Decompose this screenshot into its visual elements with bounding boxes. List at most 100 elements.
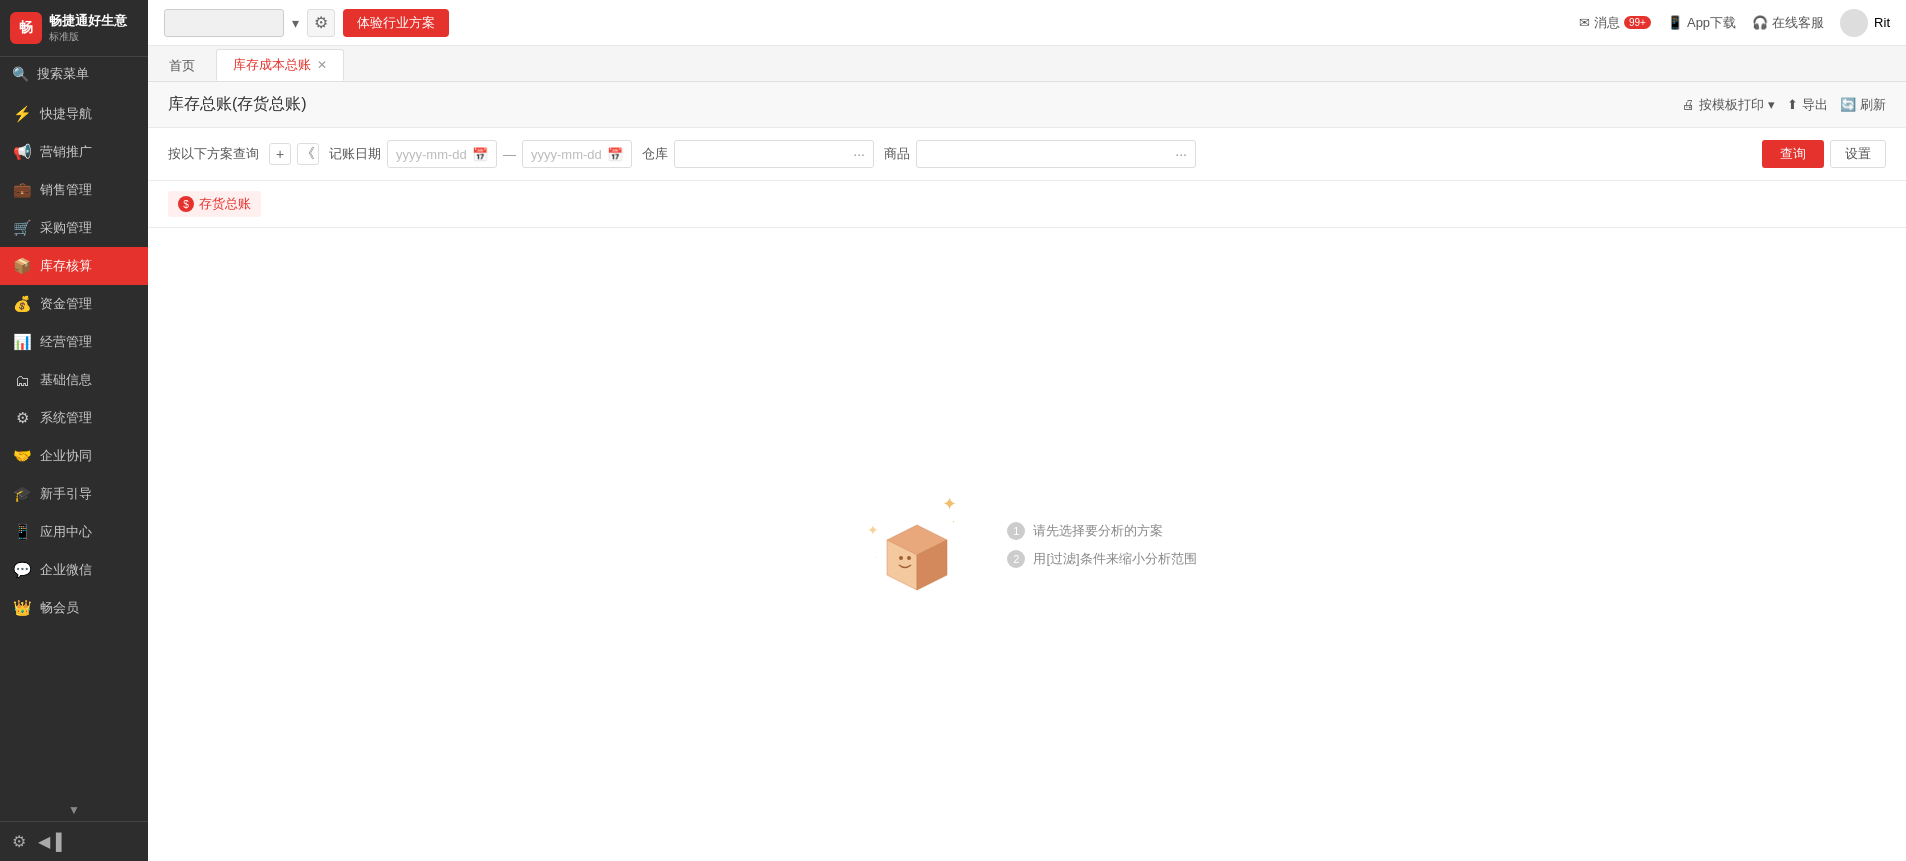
avatar bbox=[1840, 9, 1868, 37]
product-more-icon: ··· bbox=[1175, 146, 1187, 162]
filter-add-button[interactable]: + bbox=[269, 143, 291, 165]
sidebar-item-inventory[interactable]: 📦 库存核算 bbox=[0, 247, 148, 285]
industry-solution-button[interactable]: 体验行业方案 bbox=[343, 9, 449, 37]
date-end-placeholder: yyyy-mm-dd bbox=[531, 147, 602, 162]
sidebar: 畅 畅捷通好生意 标准版 🔍 搜索菜单 ⚡ 快捷导航 📢 营销推广 💼 销售管理… bbox=[0, 0, 148, 861]
sidebar-nav: ⚡ 快捷导航 📢 营销推广 💼 销售管理 🛒 采购管理 📦 库存核算 💰 资金管… bbox=[0, 91, 148, 799]
collapse-sidebar-icon[interactable]: ◀▐ bbox=[38, 832, 61, 851]
empty-state-content: ✦ · ✦ bbox=[857, 485, 1196, 605]
online-support-action[interactable]: 🎧 在线客服 bbox=[1752, 14, 1824, 32]
filter-collapse-button[interactable]: 《 bbox=[297, 143, 319, 165]
filter-label: 按以下方案查询 bbox=[168, 145, 259, 163]
tab-home[interactable]: 首页 bbox=[152, 49, 212, 81]
search-menu[interactable]: 🔍 搜索菜单 bbox=[0, 57, 148, 91]
svg-text:·: · bbox=[875, 553, 877, 562]
date-start-input[interactable]: yyyy-mm-dd 📅 bbox=[387, 140, 497, 168]
filter-settings-button[interactable]: 设置 bbox=[1830, 140, 1886, 168]
sub-nav-item-ledger[interactable]: $ 存货总账 bbox=[168, 191, 261, 217]
finance-icon: 💰 bbox=[12, 295, 32, 313]
app-download-action[interactable]: 📱 App下载 bbox=[1667, 14, 1736, 32]
topbar-left: ▾ ⚙ 体验行业方案 bbox=[164, 9, 449, 37]
sidebar-item-guide[interactable]: 🎓 新手引导 bbox=[0, 475, 148, 513]
export-icon: ⬆ bbox=[1787, 97, 1798, 112]
sidebar-bottom-icons: ⚙ ◀▐ bbox=[12, 832, 61, 851]
sidebar-item-marketing[interactable]: 📢 营销推广 bbox=[0, 133, 148, 171]
system-icon: ⚙ bbox=[12, 409, 32, 427]
page-title: 库存总账(存货总账) bbox=[168, 94, 307, 115]
sub-nav: $ 存货总账 bbox=[148, 181, 1906, 228]
sidebar-item-enterprise[interactable]: 🤝 企业协同 bbox=[0, 437, 148, 475]
phone-icon: 📱 bbox=[1667, 15, 1683, 30]
page-area: 库存总账(存货总账) 🖨 按模板打印 ▾ ⬆ 导出 🔄 刷新 bbox=[148, 82, 1906, 861]
empty-state: ✦ · ✦ bbox=[148, 228, 1906, 861]
sidebar-item-finance[interactable]: 💰 资金管理 bbox=[0, 285, 148, 323]
app-logo-icon: 畅 bbox=[10, 12, 42, 44]
svg-text:·: · bbox=[952, 516, 955, 527]
sidebar-item-sales[interactable]: 💼 销售管理 bbox=[0, 171, 148, 209]
inventory-icon: 📦 bbox=[12, 257, 32, 275]
date-filter-field: 记账日期 yyyy-mm-dd 📅 — yyyy-mm-dd 📅 bbox=[329, 140, 632, 168]
app-logo-text: 畅捷通好生意 标准版 bbox=[49, 13, 127, 43]
product-label: 商品 bbox=[884, 145, 910, 163]
empty-tip-2: 2 用[过滤]条件来缩小分析范围 bbox=[1007, 550, 1196, 568]
calendar-end-icon: 📅 bbox=[607, 147, 623, 162]
sidebar-item-basic[interactable]: 🗂 基础信息 bbox=[0, 361, 148, 399]
sidebar-bottom: ⚙ ◀▐ bbox=[0, 821, 148, 861]
sidebar-item-system[interactable]: ⚙ 系统管理 bbox=[0, 399, 148, 437]
sidebar-item-operation[interactable]: 📊 经营管理 bbox=[0, 323, 148, 361]
product-select[interactable]: ··· bbox=[916, 140, 1196, 168]
svg-point-6 bbox=[907, 556, 911, 560]
empty-illustration: ✦ · ✦ bbox=[857, 485, 977, 605]
sidebar-scroll-down[interactable]: ▼ bbox=[0, 799, 148, 821]
date-end-input[interactable]: yyyy-mm-dd 📅 bbox=[522, 140, 632, 168]
topbar-settings-button[interactable]: ⚙ bbox=[307, 9, 335, 37]
main-area: ▾ ⚙ 体验行业方案 ✉ 消息 99+ 📱 App下载 🎧 在线客服 Rit bbox=[148, 0, 1906, 861]
page-actions: 🖨 按模板打印 ▾ ⬆ 导出 🔄 刷新 bbox=[1682, 96, 1886, 114]
settings-icon[interactable]: ⚙ bbox=[12, 832, 26, 851]
date-separator: — bbox=[503, 147, 516, 162]
guide-icon: 🎓 bbox=[12, 485, 32, 503]
print-button[interactable]: 🖨 按模板打印 ▾ bbox=[1682, 96, 1775, 114]
date-label: 记账日期 bbox=[329, 145, 381, 163]
svg-point-5 bbox=[899, 556, 903, 560]
basic-icon: 🗂 bbox=[12, 372, 32, 389]
content-panel: 库存总账(存货总账) 🖨 按模板打印 ▾ ⬆ 导出 🔄 刷新 bbox=[148, 82, 1906, 861]
printer-icon: 🖨 bbox=[1682, 97, 1695, 112]
quick-nav-icon: ⚡ bbox=[12, 105, 32, 123]
warehouse-filter-field: 仓库 ··· bbox=[642, 140, 874, 168]
print-dropdown-icon: ▾ bbox=[1768, 97, 1775, 112]
tabbar: 首页 库存成本总账 ✕ bbox=[148, 46, 1906, 82]
warehouse-label: 仓库 bbox=[642, 145, 668, 163]
empty-tips: 1 请先选择要分析的方案 2 用[过滤]条件来缩小分析范围 bbox=[1007, 522, 1196, 568]
refresh-icon: 🔄 bbox=[1840, 97, 1856, 112]
breadcrumb-input[interactable] bbox=[164, 9, 284, 37]
refresh-button[interactable]: 🔄 刷新 bbox=[1840, 96, 1886, 114]
search-icon: 🔍 bbox=[12, 66, 29, 82]
sidebar-item-member[interactable]: 👑 畅会员 bbox=[0, 589, 148, 627]
message-action[interactable]: ✉ 消息 99+ bbox=[1579, 14, 1651, 32]
warehouse-more-icon: ··· bbox=[853, 146, 865, 162]
warehouse-select[interactable]: ··· bbox=[674, 140, 874, 168]
sidebar-item-wechat[interactable]: 💬 企业微信 bbox=[0, 551, 148, 589]
product-filter-field: 商品 ··· bbox=[884, 140, 1196, 168]
filter-right-actions: 查询 设置 bbox=[1762, 140, 1886, 168]
tab-inventory-cost[interactable]: 库存成本总账 ✕ bbox=[216, 49, 344, 81]
sidebar-item-app-center[interactable]: 📱 应用中心 bbox=[0, 513, 148, 551]
user-name: Rit bbox=[1874, 15, 1890, 30]
query-button[interactable]: 查询 bbox=[1762, 140, 1824, 168]
topbar-right: ✉ 消息 99+ 📱 App下载 🎧 在线客服 Rit bbox=[1579, 9, 1890, 37]
tab-close-icon[interactable]: ✕ bbox=[317, 59, 327, 71]
marketing-icon: 📢 bbox=[12, 143, 32, 161]
topbar: ▾ ⚙ 体验行业方案 ✉ 消息 99+ 📱 App下载 🎧 在线客服 Rit bbox=[148, 0, 1906, 46]
message-icon: ✉ bbox=[1579, 15, 1590, 30]
breadcrumb-dropdown-icon[interactable]: ▾ bbox=[292, 15, 299, 31]
message-badge: 99+ bbox=[1624, 16, 1651, 29]
sidebar-item-purchase[interactable]: 🛒 采购管理 bbox=[0, 209, 148, 247]
date-start-placeholder: yyyy-mm-dd bbox=[396, 147, 467, 162]
export-button[interactable]: ⬆ 导出 bbox=[1787, 96, 1828, 114]
user-profile[interactable]: Rit bbox=[1840, 9, 1890, 37]
sidebar-logo: 畅 畅捷通好生意 标准版 bbox=[0, 0, 148, 57]
empty-svg-illustration: ✦ · ✦ bbox=[857, 485, 977, 605]
wechat-icon: 💬 bbox=[12, 561, 32, 579]
sidebar-item-quick-nav[interactable]: ⚡ 快捷导航 bbox=[0, 95, 148, 133]
